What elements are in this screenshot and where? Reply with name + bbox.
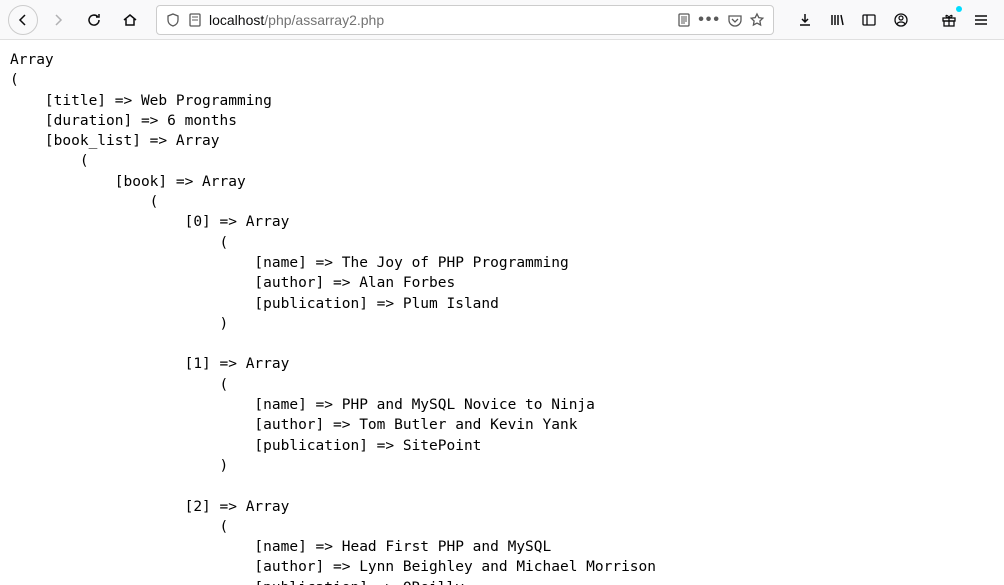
- output-line: [author] => Tom Butler and Kevin Yank: [10, 417, 577, 433]
- output-line: [name] => Head First PHP and MySQL: [10, 539, 551, 555]
- output-line: (: [10, 194, 158, 210]
- output-line: (: [10, 153, 89, 169]
- gift-icon: [941, 12, 957, 28]
- browser-toolbar: localhost/php/assarray2.php •••: [0, 0, 1004, 40]
- page-content[interactable]: Array ( [title] => Web Programming [dura…: [0, 40, 1004, 585]
- arrow-right-icon: [50, 12, 66, 28]
- output-line: [title] => Web Programming: [10, 93, 272, 109]
- output-line: [book_list] => Array: [10, 133, 220, 149]
- output-line: ): [10, 316, 228, 332]
- forward-button: [42, 4, 74, 36]
- download-icon: [797, 12, 813, 28]
- output-line: [publication] => OReilly: [10, 580, 464, 585]
- hamburger-icon: [973, 12, 989, 28]
- reload-icon: [86, 12, 102, 28]
- sidebar-button[interactable]: [854, 4, 884, 36]
- address-bar[interactable]: localhost/php/assarray2.php •••: [156, 5, 774, 35]
- output-line: [publication] => SitePoint: [10, 438, 481, 454]
- downloads-button[interactable]: [790, 4, 820, 36]
- library-icon: [829, 12, 845, 28]
- output-line: [name] => The Joy of PHP Programming: [10, 255, 569, 271]
- output-line: (: [10, 72, 19, 88]
- reader-mode-icon[interactable]: [676, 12, 692, 28]
- back-button[interactable]: [8, 5, 38, 35]
- library-button[interactable]: [822, 4, 852, 36]
- home-button[interactable]: [114, 4, 146, 36]
- home-icon: [122, 12, 138, 28]
- url-text: localhost/php/assarray2.php: [209, 12, 670, 28]
- menu-button[interactable]: [966, 4, 996, 36]
- reload-button[interactable]: [78, 4, 110, 36]
- output-line: [author] => Lynn Beighley and Michael Mo…: [10, 559, 656, 575]
- output-line: (: [10, 235, 228, 251]
- page-info-icon: [187, 12, 203, 28]
- output-line: [author] => Alan Forbes: [10, 275, 455, 291]
- whats-new-button[interactable]: [934, 4, 964, 36]
- output-line: [0] => Array: [10, 214, 289, 230]
- output-line: (: [10, 519, 228, 535]
- output-line: [publication] => Plum Island: [10, 296, 499, 312]
- page-actions-icon[interactable]: •••: [698, 11, 721, 29]
- output-line: [2] => Array: [10, 499, 289, 515]
- pocket-icon[interactable]: [727, 12, 743, 28]
- sidebar-icon: [861, 12, 877, 28]
- output-line: [book] => Array: [10, 174, 246, 190]
- account-button[interactable]: [886, 4, 916, 36]
- toolbar-right: [790, 4, 996, 36]
- account-icon: [893, 12, 909, 28]
- bookmark-star-icon[interactable]: [749, 12, 765, 28]
- output-line: [1] => Array: [10, 356, 289, 372]
- shield-icon: [165, 12, 181, 28]
- arrow-left-icon: [15, 12, 31, 28]
- output-line: Array: [10, 52, 54, 68]
- output-line: (: [10, 377, 228, 393]
- output-line: [name] => PHP and MySQL Novice to Ninja: [10, 397, 595, 413]
- output-line: ): [10, 458, 228, 474]
- output-line: [duration] => 6 months: [10, 113, 237, 129]
